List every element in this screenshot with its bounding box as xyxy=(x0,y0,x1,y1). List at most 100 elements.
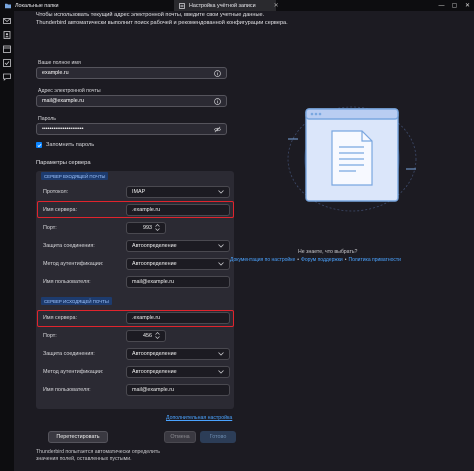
outgoing-auth-row: Метод аутентификации: Автоопределение xyxy=(36,366,234,378)
settings-tab-icon xyxy=(179,2,185,9)
advanced-config-link[interactable]: Дополнительная настройка xyxy=(166,415,232,421)
incoming-auth-row: Метод аутентификации: Автоопределение xyxy=(36,258,234,270)
incoming-security-value: Автоопределение xyxy=(132,243,177,249)
email-field[interactable]: mail@example.ru xyxy=(36,95,227,107)
remember-password-label: Запомнить пароль xyxy=(46,142,95,148)
setup-docs-link[interactable]: Документация по настройке xyxy=(230,257,295,263)
folder-icon xyxy=(5,3,11,9)
incoming-security-row: Защита соединения: Автоопределение xyxy=(36,240,234,252)
full-name-field[interactable]: example.ru xyxy=(36,67,227,79)
retest-button[interactable]: Перетестировать xyxy=(48,431,108,443)
tab-label: Локальные папки xyxy=(15,2,59,9)
incoming-port-row: Порт: 993 xyxy=(36,222,234,234)
outgoing-port-label: Порт: xyxy=(43,333,57,339)
password-field[interactable]: •••••••••••••••••••••• xyxy=(36,123,227,135)
address-book-icon[interactable] xyxy=(3,31,11,39)
title-bar: Локальные папки Настройка учётной записи… xyxy=(0,0,474,11)
calendar-icon[interactable] xyxy=(3,45,11,53)
hide-password-icon[interactable] xyxy=(214,126,221,133)
chevron-down-icon[interactable] xyxy=(155,228,160,232)
full-name-label: Ваше полное имя xyxy=(38,60,81,66)
chevron-down-icon xyxy=(218,190,224,194)
protocol-value: IMAP xyxy=(132,189,146,195)
outgoing-security-select[interactable]: Автоопределение xyxy=(126,348,230,360)
outgoing-security-row: Защита соединения: Автоопределение xyxy=(36,348,234,360)
email-label: Адрес электронной почты xyxy=(38,88,101,94)
intro-line: Thunderbird автоматически выполнит поиск… xyxy=(36,20,288,26)
chevron-down-icon xyxy=(218,352,224,356)
incoming-hostname-highlight xyxy=(37,201,234,218)
incoming-auth-select[interactable]: Автоопределение xyxy=(126,258,230,270)
incoming-username-row: Имя пользователя: mail@example.ru xyxy=(36,276,234,288)
tasks-icon[interactable] xyxy=(3,59,11,67)
footer-note: Thunderbird попытается автоматически опр… xyxy=(36,449,160,463)
remember-password-checkbox[interactable]: Запомнить пароль xyxy=(36,142,94,148)
email-value: mail@example.ru xyxy=(42,98,85,104)
outgoing-hostname-highlight xyxy=(37,310,234,327)
protocol-select[interactable]: IMAP xyxy=(126,186,230,198)
close-window-button[interactable]: ✕ xyxy=(461,0,474,11)
full-name-value: example.ru xyxy=(42,70,69,76)
outgoing-username-label: Имя пользователя: xyxy=(43,387,91,393)
incoming-username-label: Имя пользователя: xyxy=(43,279,91,285)
stepper-arrows[interactable] xyxy=(155,331,160,341)
password-value: •••••••••••••••••••••• xyxy=(42,126,84,132)
outgoing-server-legend: СЕРВЕР ИСХОДЯЩЕЙ ПОЧТЫ xyxy=(41,297,112,305)
intro-text: Чтобы использовать текущий адрес электро… xyxy=(36,11,336,27)
chevron-down-icon[interactable] xyxy=(155,336,160,340)
outgoing-security-label: Защита соединения: xyxy=(43,351,95,357)
config-illustration xyxy=(284,99,420,215)
incoming-security-select[interactable]: Автоопределение xyxy=(126,240,230,252)
intro-line: Чтобы использовать текущий адрес электро… xyxy=(36,12,265,18)
incoming-port-value: 993 xyxy=(143,225,152,231)
incoming-username-value: mail@example.ru xyxy=(132,279,175,285)
outgoing-security-value: Автоопределение xyxy=(132,351,177,357)
incoming-security-label: Защита соединения: xyxy=(43,243,95,249)
outgoing-username-field[interactable]: mail@example.ru xyxy=(126,384,230,396)
help-links: Документация по настройке • Форум поддержк… xyxy=(230,257,401,263)
support-forum-link[interactable]: Форум поддержки xyxy=(301,257,343,263)
outgoing-port-stepper[interactable]: 456 xyxy=(126,330,166,342)
checkbox-checked-icon[interactable] xyxy=(36,142,42,148)
spaces-toolbar xyxy=(0,11,14,471)
outgoing-port-row: Порт: 456 xyxy=(36,330,234,342)
outgoing-port-value: 456 xyxy=(143,333,152,339)
info-icon xyxy=(214,69,221,77)
outgoing-username-value: mail@example.ru xyxy=(132,387,175,393)
maximize-button[interactable]: ▢ xyxy=(448,0,461,11)
chevron-down-icon xyxy=(218,262,224,266)
tab-local-folders[interactable]: Локальные папки xyxy=(0,0,98,11)
info-icon xyxy=(214,97,221,105)
incoming-auth-value: Автоопределение xyxy=(132,261,177,267)
chevron-down-icon xyxy=(218,244,224,248)
chevron-down-icon xyxy=(218,370,224,374)
tab-account-setup[interactable]: Настройка учётной записи ✕ xyxy=(174,0,279,11)
mail-icon[interactable] xyxy=(3,17,11,25)
help-question: Не знаете, что выбрать? xyxy=(298,249,358,255)
stepper-arrows[interactable] xyxy=(155,223,160,233)
account-setup-page: Чтобы использовать текущий адрес электро… xyxy=(14,11,474,471)
outgoing-username-row: Имя пользователя: mail@example.ru xyxy=(36,384,234,396)
cancel-button[interactable]: Отмена xyxy=(164,431,196,443)
protocol-row: Протокол: IMAP xyxy=(36,186,234,198)
tab-label: Настройка учётной записи xyxy=(189,2,256,9)
document-window-illustration xyxy=(287,106,417,212)
incoming-auth-label: Метод аутентификации: xyxy=(43,261,104,267)
done-button[interactable]: Готово xyxy=(200,431,236,443)
outgoing-auth-select[interactable]: Автоопределение xyxy=(126,366,230,378)
password-label: Пароль xyxy=(38,116,56,122)
incoming-port-stepper[interactable]: 993 xyxy=(126,222,166,234)
protocol-label: Протокол: xyxy=(43,189,69,195)
privacy-policy-link[interactable]: Политика приватности xyxy=(348,257,401,263)
outgoing-auth-label: Метод аутентификации: xyxy=(43,369,104,375)
minimize-button[interactable]: — xyxy=(435,0,448,11)
link-separator: • xyxy=(344,257,347,263)
close-tab-icon[interactable]: ✕ xyxy=(274,2,279,9)
server-settings-title: Параметры сервера xyxy=(36,160,91,166)
incoming-username-field[interactable]: mail@example.ru xyxy=(126,276,230,288)
incoming-server-legend: СЕРВЕР ВХОДЯЩЕЙ ПОЧТЫ xyxy=(41,172,109,180)
incoming-port-label: Порт: xyxy=(43,225,57,231)
link-separator: • xyxy=(297,257,300,263)
outgoing-auth-value: Автоопределение xyxy=(132,369,177,375)
chat-icon[interactable] xyxy=(3,73,11,81)
